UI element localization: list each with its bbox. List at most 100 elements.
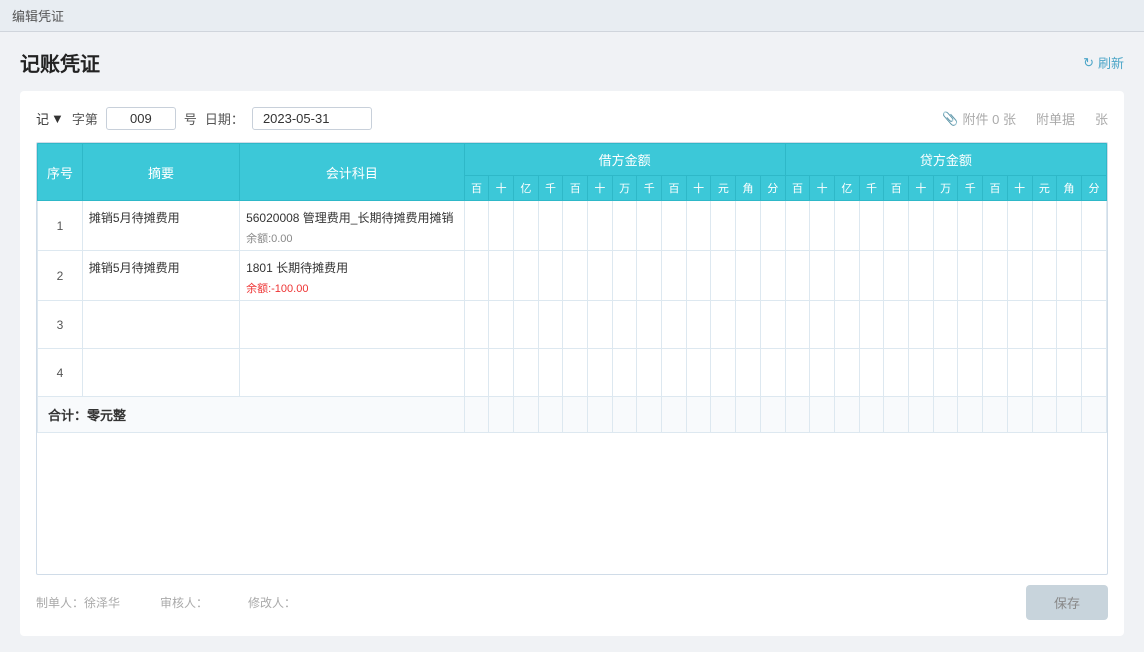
credit-cell[interactable] xyxy=(1057,301,1082,349)
debit-cell[interactable] xyxy=(513,251,538,301)
debit-cell[interactable] xyxy=(686,349,711,397)
debit-cell[interactable] xyxy=(464,251,489,301)
credit-cell[interactable] xyxy=(909,251,934,301)
save-button[interactable]: 保存 xyxy=(1026,585,1108,620)
credit-cell[interactable] xyxy=(1007,301,1032,349)
credit-cell[interactable] xyxy=(785,201,810,251)
debit-cell[interactable] xyxy=(464,201,489,251)
row-account[interactable]: 56020008 管理费用_长期待摊费用摊销余额:0.00 xyxy=(240,201,465,251)
credit-cell[interactable] xyxy=(958,301,983,349)
row-memo[interactable]: 摊销5月待摊费用 xyxy=(82,201,239,251)
credit-cell[interactable] xyxy=(835,251,860,301)
debit-cell[interactable] xyxy=(662,251,687,301)
debit-cell[interactable] xyxy=(563,251,588,301)
date-input[interactable] xyxy=(252,107,372,130)
credit-cell[interactable] xyxy=(909,349,934,397)
debit-cell[interactable] xyxy=(538,301,563,349)
debit-cell[interactable] xyxy=(612,349,637,397)
debit-cell[interactable] xyxy=(760,301,785,349)
debit-cell[interactable] xyxy=(538,201,563,251)
debit-cell[interactable] xyxy=(760,251,785,301)
credit-cell[interactable] xyxy=(810,251,835,301)
credit-cell[interactable] xyxy=(810,301,835,349)
credit-cell[interactable] xyxy=(983,251,1008,301)
debit-cell[interactable] xyxy=(662,301,687,349)
debit-cell[interactable] xyxy=(588,301,613,349)
type-select[interactable]: 记 ▼ xyxy=(36,109,64,128)
credit-cell[interactable] xyxy=(1032,301,1057,349)
voucher-number-input[interactable] xyxy=(106,107,176,130)
debit-cell[interactable] xyxy=(464,301,489,349)
credit-cell[interactable] xyxy=(859,349,884,397)
debit-cell[interactable] xyxy=(588,251,613,301)
refresh-button[interactable]: ↻ 刷新 xyxy=(1083,53,1124,72)
debit-cell[interactable] xyxy=(513,301,538,349)
credit-cell[interactable] xyxy=(1032,251,1057,301)
debit-cell[interactable] xyxy=(637,349,662,397)
row-memo[interactable] xyxy=(82,349,239,397)
debit-cell[interactable] xyxy=(637,251,662,301)
credit-cell[interactable] xyxy=(983,349,1008,397)
credit-cell[interactable] xyxy=(1081,251,1106,301)
credit-cell[interactable] xyxy=(933,349,958,397)
credit-cell[interactable] xyxy=(785,349,810,397)
credit-cell[interactable] xyxy=(1057,201,1082,251)
debit-cell[interactable] xyxy=(711,201,736,251)
debit-cell[interactable] xyxy=(686,201,711,251)
credit-cell[interactable] xyxy=(1007,251,1032,301)
credit-cell[interactable] xyxy=(884,201,909,251)
debit-cell[interactable] xyxy=(612,201,637,251)
credit-cell[interactable] xyxy=(835,301,860,349)
credit-cell[interactable] xyxy=(909,301,934,349)
credit-cell[interactable] xyxy=(1032,201,1057,251)
credit-cell[interactable] xyxy=(785,251,810,301)
credit-cell[interactable] xyxy=(884,301,909,349)
credit-cell[interactable] xyxy=(835,201,860,251)
debit-cell[interactable] xyxy=(489,301,514,349)
debit-cell[interactable] xyxy=(464,349,489,397)
debit-cell[interactable] xyxy=(538,349,563,397)
credit-cell[interactable] xyxy=(884,251,909,301)
credit-cell[interactable] xyxy=(983,301,1008,349)
credit-cell[interactable] xyxy=(1007,349,1032,397)
row-account[interactable] xyxy=(240,301,465,349)
credit-cell[interactable] xyxy=(933,201,958,251)
row-account[interactable] xyxy=(240,349,465,397)
debit-cell[interactable] xyxy=(662,349,687,397)
debit-cell[interactable] xyxy=(711,301,736,349)
debit-cell[interactable] xyxy=(736,349,761,397)
credit-cell[interactable] xyxy=(1007,201,1032,251)
credit-cell[interactable] xyxy=(884,349,909,397)
debit-cell[interactable] xyxy=(489,251,514,301)
credit-cell[interactable] xyxy=(810,201,835,251)
credit-cell[interactable] xyxy=(958,349,983,397)
debit-cell[interactable] xyxy=(513,349,538,397)
debit-cell[interactable] xyxy=(563,201,588,251)
debit-cell[interactable] xyxy=(563,349,588,397)
debit-cell[interactable] xyxy=(686,301,711,349)
debit-cell[interactable] xyxy=(563,301,588,349)
credit-cell[interactable] xyxy=(859,251,884,301)
debit-cell[interactable] xyxy=(489,201,514,251)
credit-cell[interactable] xyxy=(958,251,983,301)
row-memo[interactable] xyxy=(82,301,239,349)
credit-cell[interactable] xyxy=(810,349,835,397)
debit-cell[interactable] xyxy=(711,349,736,397)
credit-cell[interactable] xyxy=(1057,349,1082,397)
debit-cell[interactable] xyxy=(612,301,637,349)
credit-cell[interactable] xyxy=(835,349,860,397)
row-account[interactable]: 1801 长期待摊费用余额:-100.00 xyxy=(240,251,465,301)
credit-cell[interactable] xyxy=(1081,201,1106,251)
debit-cell[interactable] xyxy=(588,201,613,251)
debit-cell[interactable] xyxy=(736,301,761,349)
credit-cell[interactable] xyxy=(1057,251,1082,301)
debit-cell[interactable] xyxy=(662,201,687,251)
debit-cell[interactable] xyxy=(736,201,761,251)
debit-cell[interactable] xyxy=(736,251,761,301)
debit-cell[interactable] xyxy=(637,301,662,349)
debit-cell[interactable] xyxy=(686,251,711,301)
debit-cell[interactable] xyxy=(513,201,538,251)
debit-cell[interactable] xyxy=(588,349,613,397)
debit-cell[interactable] xyxy=(760,201,785,251)
credit-cell[interactable] xyxy=(1032,349,1057,397)
